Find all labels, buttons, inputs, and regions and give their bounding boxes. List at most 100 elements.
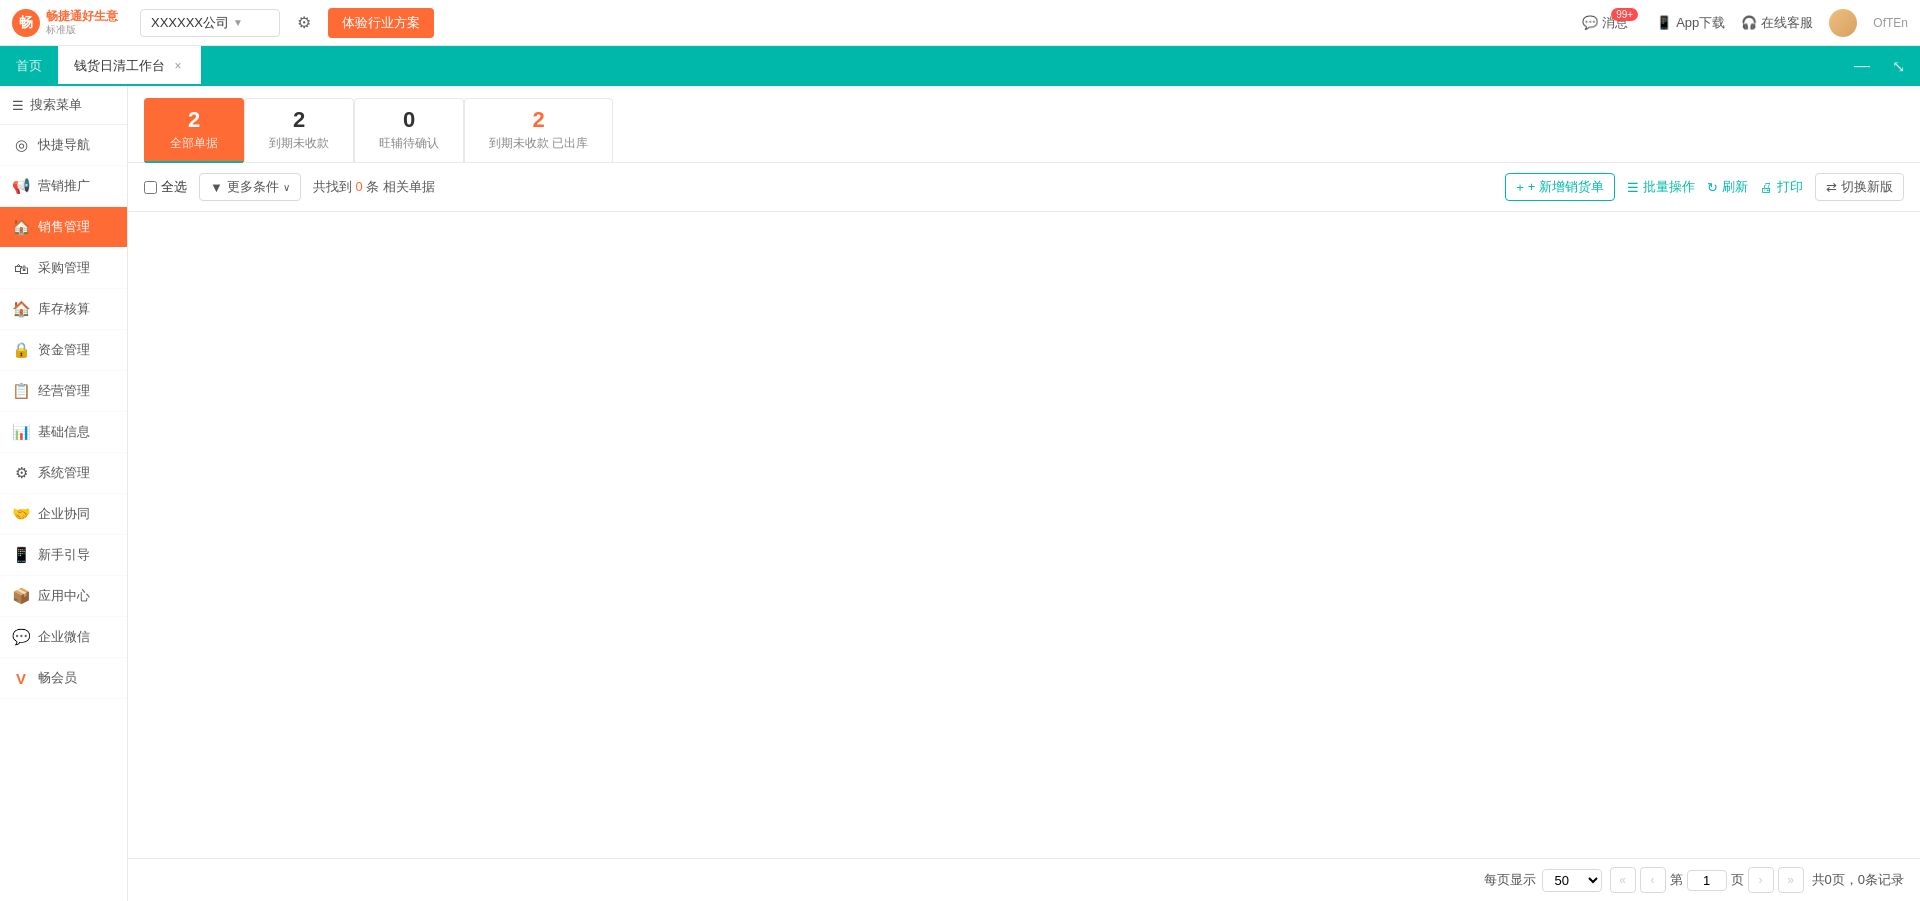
select-all-input[interactable] <box>144 181 157 194</box>
batch-label: 批量操作 <box>1643 178 1695 196</box>
sidebar-item-sales-label: 销售管理 <box>38 218 90 236</box>
stat-label-wangwang: 旺辅待确认 <box>379 135 439 152</box>
batch-icon: ☰ <box>1627 180 1639 195</box>
wechat-icon: 💬 <box>12 628 30 646</box>
switch-version-button[interactable]: ⇄ 切换新版 <box>1815 173 1904 201</box>
sidebar-item-wechat[interactable]: 💬 企业微信 <box>0 617 127 658</box>
sidebar-item-enterprise-label: 企业协同 <box>38 505 90 523</box>
page-suffix: 页 <box>1731 871 1744 889</box>
sidebar-item-basic-info-label: 基础信息 <box>38 423 90 441</box>
app-download-button[interactable]: 📱 App下载 <box>1656 14 1725 32</box>
first-page-button[interactable]: « <box>1610 867 1636 893</box>
sidebar-item-guide[interactable]: 📱 新手引导 <box>0 535 127 576</box>
nav-maximize-button[interactable]: ⤡ <box>1884 52 1912 80</box>
sidebar-item-purchase-label: 采购管理 <box>38 259 90 277</box>
sidebar-item-inventory-label: 库存核算 <box>38 300 90 318</box>
logo-icon: 畅 <box>12 9 40 37</box>
add-icon: + <box>1516 180 1524 195</box>
avatar-image <box>1829 9 1857 37</box>
refresh-button[interactable]: ↻ 刷新 <box>1707 178 1748 196</box>
toolbar: 全选 ▼ 更多条件 ∨ 共找到 0 条 相关单据 + + 新增销货单 ☰ <box>128 163 1920 212</box>
tab-home-label: 首页 <box>16 57 42 75</box>
print-button[interactable]: 🖨 打印 <box>1760 178 1803 196</box>
filter-button[interactable]: ▼ 更多条件 ∨ <box>199 173 301 201</box>
stat-label-all: 全部单据 <box>170 135 218 152</box>
refresh-label: 刷新 <box>1722 178 1748 196</box>
sidebar-item-marketing-label: 营销推广 <box>38 177 90 195</box>
add-sales-order-label: + 新增销货单 <box>1528 178 1604 196</box>
sidebar-item-app-center[interactable]: 📦 应用中心 <box>0 576 127 617</box>
stat-tab-unshipped[interactable]: 2 到期未收款 已出库 <box>464 98 613 162</box>
found-text: 共找到 0 条 相关单据 <box>313 178 435 196</box>
settings-button[interactable]: ⚙ <box>288 7 320 39</box>
stat-tab-all[interactable]: 2 全部单据 <box>144 98 244 162</box>
sidebar-item-basic-info[interactable]: 📊 基础信息 <box>0 412 127 453</box>
page-input[interactable] <box>1687 870 1727 891</box>
stat-tab-overdue[interactable]: 2 到期未收款 <box>244 98 354 162</box>
active-tab-indicator <box>145 161 243 163</box>
page-label: 第 <box>1670 871 1683 889</box>
company-selector[interactable]: XXXXXX公司 ▼ <box>140 9 280 37</box>
tab-work-label: 钱货日清工作台 <box>74 57 165 75</box>
nav-minimize-button[interactable]: — <box>1848 52 1876 80</box>
often-label: OfTEn <box>1873 16 1908 30</box>
messages-badge: 99+ <box>1611 8 1638 21</box>
next-page-button[interactable]: › <box>1748 867 1774 893</box>
last-page-button[interactable]: » <box>1778 867 1804 893</box>
sidebar-item-sales[interactable]: 🏠 销售管理 <box>0 207 127 248</box>
tab-home[interactable]: 首页 <box>0 46 58 86</box>
basic-info-icon: 📊 <box>12 423 30 441</box>
nav-tabs: 首页 钱货日清工作台 × — ⤡ <box>0 46 1920 86</box>
stats-tabs: 2 全部单据 2 到期未收款 0 旺辅待确认 2 到期未收款 已出库 <box>128 86 1920 163</box>
sidebar-item-inventory[interactable]: 🏠 库存核算 <box>0 289 127 330</box>
main-layout: ☰ 搜索菜单 ◎ 快捷导航 📢 营销推广 🏠 销售管理 🛍 采购管理 🏠 库存核… <box>0 86 1920 901</box>
stat-label-overdue: 到期未收款 <box>269 135 329 152</box>
sidebar-item-system[interactable]: ⚙ 系统管理 <box>0 453 127 494</box>
print-icon: 🖨 <box>1760 180 1773 195</box>
sidebar-item-member-label: 畅会员 <box>38 669 77 687</box>
stat-tab-wangwang[interactable]: 0 旺辅待确认 <box>354 98 464 162</box>
select-all-label: 全选 <box>161 178 187 196</box>
tab-work[interactable]: 钱货日清工作台 × <box>58 46 201 86</box>
sidebar-item-wechat-label: 企业微信 <box>38 628 90 646</box>
gear-icon: ⚙ <box>297 13 311 32</box>
sidebar-item-finance-label: 资金管理 <box>38 341 90 359</box>
sidebar-item-quick-nav[interactable]: ◎ 快捷导航 <box>0 125 127 166</box>
sidebar-item-enterprise[interactable]: 🤝 企业协同 <box>0 494 127 535</box>
prev-page-button[interactable]: ‹ <box>1640 867 1666 893</box>
toolbar-right: + + 新增销货单 ☰ 批量操作 ↻ 刷新 🖨 打印 ⇄ 切换新版 <box>1505 173 1904 201</box>
online-service-button[interactable]: 🎧 在线客服 <box>1741 14 1813 32</box>
filter-dropdown-icon: ∨ <box>283 182 290 193</box>
print-label: 打印 <box>1777 178 1803 196</box>
sidebar-item-quick-nav-label: 快捷导航 <box>38 136 90 154</box>
sidebar-item-system-label: 系统管理 <box>38 464 90 482</box>
per-page-label: 每页显示 <box>1484 871 1536 889</box>
messages-button[interactable]: 💬 消息 99+ <box>1582 14 1628 32</box>
sidebar-item-finance[interactable]: 🔒 资金管理 <box>0 330 127 371</box>
refresh-icon: ↻ <box>1707 180 1718 195</box>
avatar[interactable] <box>1829 9 1857 37</box>
table-area <box>128 212 1920 858</box>
sidebar-item-operations[interactable]: 📋 经营管理 <box>0 371 127 412</box>
sales-icon: 🏠 <box>12 218 30 236</box>
service-icon: 🎧 <box>1741 15 1757 30</box>
finance-icon: 🔒 <box>12 341 30 359</box>
sidebar-item-operations-label: 经营管理 <box>38 382 90 400</box>
add-sales-order-button[interactable]: + + 新增销货单 <box>1505 173 1615 201</box>
batch-operation-button[interactable]: ☰ 批量操作 <box>1627 178 1695 196</box>
company-dropdown-arrow: ▼ <box>233 17 243 28</box>
sidebar-search[interactable]: ☰ 搜索菜单 <box>0 86 127 125</box>
trial-button[interactable]: 体验行业方案 <box>328 8 434 38</box>
company-name: XXXXXX公司 <box>151 14 229 32</box>
per-page-select[interactable]: 10 20 50 100 <box>1542 869 1602 892</box>
sidebar-item-member[interactable]: V 畅会员 <box>0 658 127 699</box>
top-right-area: 💬 消息 99+ 📱 App下载 🎧 在线客服 OfTEn <box>1582 9 1908 37</box>
tab-close-icon[interactable]: × <box>171 59 185 73</box>
inventory-icon: 🏠 <box>12 300 30 318</box>
sidebar-item-marketing[interactable]: 📢 营销推广 <box>0 166 127 207</box>
select-all-checkbox[interactable]: 全选 <box>144 178 187 196</box>
download-icon: 📱 <box>1656 15 1672 30</box>
filter-icon: ▼ <box>210 180 223 195</box>
sidebar-item-purchase[interactable]: 🛍 采购管理 <box>0 248 127 289</box>
operations-icon: 📋 <box>12 382 30 400</box>
